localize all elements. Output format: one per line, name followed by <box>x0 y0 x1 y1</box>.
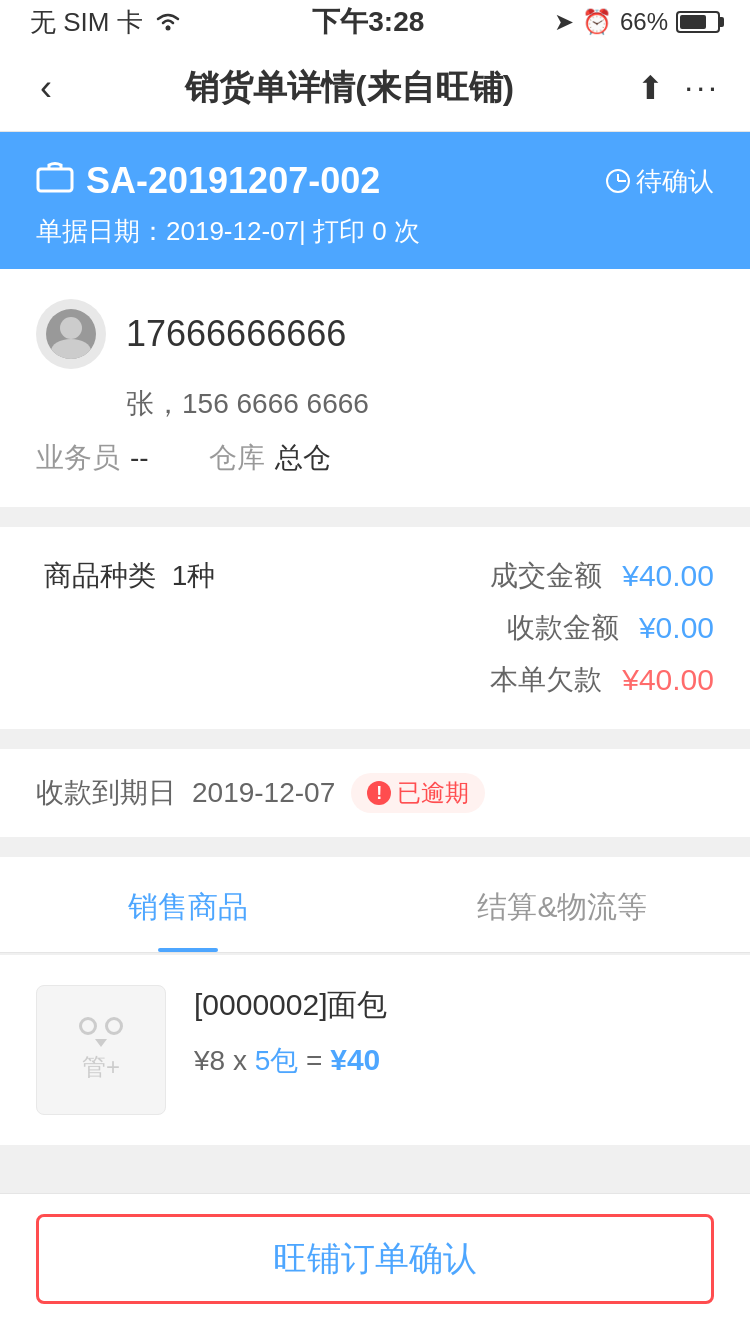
carrier-text: 无 SIM 卡 <box>30 5 143 40</box>
customer-name: 张，156 6666 6666 <box>126 385 714 423</box>
clock-icon <box>606 169 630 193</box>
summary-left: 商品种类 1种 <box>36 557 215 595</box>
svg-rect-1 <box>38 169 72 191</box>
customer-top: 17666666666 <box>36 299 714 369</box>
alarm-icon: ⏰ <box>582 8 612 36</box>
transaction-amount-row: 成交金额 ¥40.00 <box>490 557 714 595</box>
status-time: 下午3:28 <box>312 3 424 41</box>
warning-icon: ! <box>367 781 391 805</box>
sales-rep: 业务员 -- <box>36 439 149 477</box>
wifi-icon <box>153 7 183 38</box>
product-logo: 管+ <box>79 1017 123 1083</box>
location-icon: ➤ <box>554 8 574 36</box>
order-icon <box>36 160 74 202</box>
summary-section: 商品种类 1种 成交金额 ¥40.00 收款金额 ¥0.00 本单欠款 ¥40.… <box>0 527 750 729</box>
product-thumbnail: 管+ <box>36 985 166 1115</box>
svg-point-0 <box>165 25 170 30</box>
owl-eye-right <box>105 1017 123 1035</box>
status-right: ➤ ⏰ 66% <box>554 8 720 36</box>
received-amount: ¥0.00 <box>639 611 714 645</box>
owl-eyes <box>79 1017 123 1035</box>
owed-amount: ¥40.00 <box>622 663 714 697</box>
warehouse: 仓库 总仓 <box>209 439 331 477</box>
product-type: 商品种类 1种 <box>36 557 215 595</box>
summary-right: 成交金额 ¥40.00 收款金额 ¥0.00 本单欠款 ¥40.00 <box>490 557 714 699</box>
product-total: ¥40 <box>330 1043 380 1076</box>
overdue-badge: ! 已逾期 <box>351 773 485 813</box>
more-icon[interactable]: ··· <box>684 69 720 106</box>
product-section: 管+ [0000002]面包 ¥8 x 5包 = ¥40 <box>0 955 750 1145</box>
owl-beak <box>95 1039 107 1047</box>
customer-meta: 业务员 -- 仓库 总仓 <box>36 439 714 477</box>
product-name: [0000002]面包 <box>194 985 387 1026</box>
transaction-amount: ¥40.00 <box>622 559 714 593</box>
order-header: SA-20191207-002 待确认 单据日期：2019-12-07| 打印 … <box>0 132 750 269</box>
tabs-section: 销售商品 结算&物流等 <box>0 857 750 953</box>
order-id-row: SA-20191207-002 待确认 <box>36 160 714 202</box>
nav-bar: ‹ 销货单详情(来自旺铺) ⬆ ··· <box>0 44 750 132</box>
confirm-btn-container: 旺铺订单确认 <box>0 1193 750 1334</box>
customer-phone: 17666666666 <box>126 313 346 355</box>
nav-actions: ⬆ ··· <box>637 69 720 107</box>
received-amount-row: 收款金额 ¥0.00 <box>507 609 714 647</box>
product-price: ¥8 x 5包 = ¥40 <box>194 1042 387 1080</box>
tab-sales-products[interactable]: 销售商品 <box>0 857 375 952</box>
tabs-row: 销售商品 结算&物流等 <box>0 857 750 953</box>
status-bar: 无 SIM 卡 下午3:28 ➤ ⏰ 66% <box>0 0 750 44</box>
share-icon[interactable]: ⬆ <box>637 69 664 107</box>
order-date-row: 单据日期：2019-12-07| 打印 0 次 <box>36 214 714 249</box>
customer-section: 17666666666 张，156 6666 6666 业务员 -- 仓库 总仓 <box>0 269 750 507</box>
tab-settlement[interactable]: 结算&物流等 <box>375 857 750 952</box>
confirm-order-button[interactable]: 旺铺订单确认 <box>36 1214 714 1304</box>
page-title: 销货单详情(来自旺铺) <box>62 65 637 111</box>
owl-plus: 管+ <box>82 1051 120 1083</box>
order-status: 待确认 <box>606 164 714 199</box>
battery-icon <box>676 11 720 33</box>
product-info: [0000002]面包 ¥8 x 5包 = ¥40 <box>194 985 387 1080</box>
owl-eye-left <box>79 1017 97 1035</box>
back-button[interactable]: ‹ <box>30 57 62 119</box>
status-left: 无 SIM 卡 <box>30 5 183 40</box>
order-id: SA-20191207-002 <box>36 160 380 202</box>
owed-amount-row: 本单欠款 ¥40.00 <box>490 661 714 699</box>
avatar <box>36 299 106 369</box>
battery-percent: 66% <box>620 8 668 36</box>
due-date-section: 收款到期日 2019-12-07 ! 已逾期 <box>0 749 750 837</box>
